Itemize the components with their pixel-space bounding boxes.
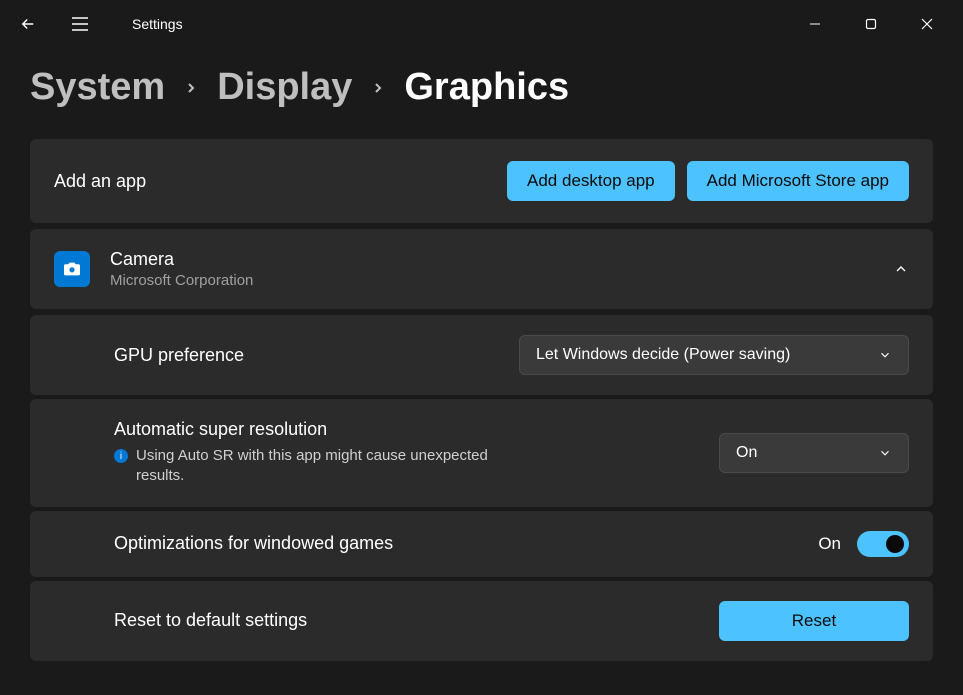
auto-sr-desc: Using Auto SR with this app might cause … <box>136 446 534 487</box>
gpu-preference-dropdown[interactable]: Let Windows decide (Power saving) <box>519 335 909 375</box>
windowed-opt-row: Optimizations for windowed games On <box>30 511 933 577</box>
app-header-row[interactable]: Camera Microsoft Corporation <box>30 229 933 309</box>
chevron-down-icon <box>878 446 892 460</box>
menu-button[interactable] <box>60 4 100 44</box>
back-button[interactable] <box>8 4 48 44</box>
reset-title: Reset to default settings <box>114 610 719 631</box>
camera-app-icon <box>54 251 90 287</box>
info-icon: i <box>114 449 128 463</box>
add-app-card: Add an app Add desktop app Add Microsoft… <box>30 139 933 223</box>
app-title: Settings <box>132 16 183 32</box>
gpu-preference-title: GPU preference <box>114 345 519 366</box>
add-store-app-button[interactable]: Add Microsoft Store app <box>687 161 909 201</box>
maximize-button[interactable] <box>843 4 899 44</box>
auto-sr-value: On <box>736 444 757 462</box>
chevron-right-icon <box>183 80 199 96</box>
windowed-opt-title: Optimizations for windowed games <box>114 533 818 554</box>
toggle-knob <box>886 535 904 553</box>
windowed-toggle-wrap: On <box>818 531 909 557</box>
auto-sr-title: Automatic super resolution <box>114 419 719 440</box>
windowed-toggle[interactable] <box>857 531 909 557</box>
maximize-icon <box>865 18 877 30</box>
auto-sr-row: Automatic super resolution i Using Auto … <box>30 399 933 507</box>
auto-sr-dropdown[interactable]: On <box>719 433 909 473</box>
content: Add an app Add desktop app Add Microsoft… <box>0 139 963 661</box>
breadcrumb-system[interactable]: System <box>30 66 165 109</box>
chevron-right-icon <box>370 80 386 96</box>
chevron-up-icon <box>893 261 909 277</box>
reset-row: Reset to default settings Reset <box>30 581 933 661</box>
auto-sr-label-wrap: Automatic super resolution i Using Auto … <box>54 419 719 487</box>
titlebar: Settings <box>0 0 963 48</box>
reset-label-wrap: Reset to default settings <box>54 610 719 631</box>
breadcrumb-display[interactable]: Display <box>217 66 352 109</box>
app-name: Camera <box>110 249 253 270</box>
app-publisher: Microsoft Corporation <box>110 272 253 289</box>
gpu-preference-label-wrap: GPU preference <box>54 345 519 366</box>
add-desktop-app-button[interactable]: Add desktop app <box>507 161 675 201</box>
hamburger-icon <box>71 17 89 31</box>
close-button[interactable] <box>899 4 955 44</box>
auto-sr-desc-wrap: i Using Auto SR with this app might caus… <box>114 446 534 487</box>
window-controls <box>787 4 955 44</box>
breadcrumb: System Display Graphics <box>0 48 963 139</box>
titlebar-left: Settings <box>8 4 183 44</box>
breadcrumb-graphics: Graphics <box>404 66 569 109</box>
back-arrow-icon <box>19 15 37 33</box>
close-icon <box>921 18 933 30</box>
windowed-opt-label-wrap: Optimizations for windowed games <box>54 533 818 554</box>
gpu-preference-value: Let Windows decide (Power saving) <box>536 346 790 364</box>
chevron-down-icon <box>878 348 892 362</box>
app-text: Camera Microsoft Corporation <box>110 249 253 289</box>
reset-button[interactable]: Reset <box>719 601 909 641</box>
gpu-preference-row: GPU preference Let Windows decide (Power… <box>30 315 933 395</box>
collapse-button[interactable] <box>893 261 909 277</box>
add-app-buttons: Add desktop app Add Microsoft Store app <box>507 161 909 201</box>
minimize-button[interactable] <box>787 4 843 44</box>
add-app-label: Add an app <box>54 171 146 192</box>
camera-icon <box>62 261 82 277</box>
minimize-icon <box>809 18 821 30</box>
windowed-toggle-label: On <box>818 534 841 554</box>
